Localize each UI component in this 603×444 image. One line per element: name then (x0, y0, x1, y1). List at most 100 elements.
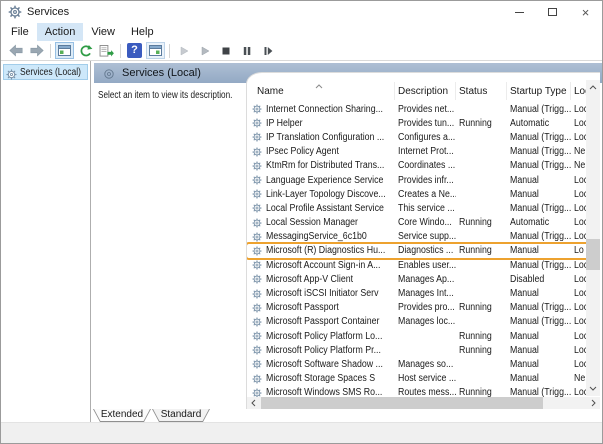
cell-name: Microsoft Storage Spaces S (247, 372, 395, 386)
service-row[interactable]: Microsoft Passport Provides pro... Runni… (247, 301, 589, 315)
properties-window-button[interactable] (146, 42, 165, 59)
column-header-log-on-as[interactable]: Log (571, 82, 586, 100)
cell-name: Microsoft (R) Diagnostics Hu... (247, 244, 395, 258)
service-table-body: Internet Connection Sharing... Provides … (247, 102, 589, 397)
vertical-scroll-thumb[interactable] (586, 239, 600, 270)
forward-arrow-icon (30, 44, 44, 57)
cell-description: This service ... (398, 202, 455, 214)
view-tabs: Extended Standard (93, 409, 211, 422)
cell-description: Diagnostics ... (398, 245, 454, 257)
scroll-right-icon[interactable] (587, 397, 600, 409)
tree-item-services-local[interactable]: Services (Local) (3, 64, 88, 80)
cell-startup-type: Manual (510, 174, 539, 186)
start-service-button[interactable] (174, 42, 193, 59)
cell-startup-type: Manual (510, 330, 539, 342)
close-icon: × (581, 4, 590, 20)
close-button[interactable]: × (569, 1, 602, 23)
cell-name: Microsoft Passport Container (247, 315, 395, 329)
stop-service-button[interactable] (216, 42, 235, 59)
restart-service-button[interactable] (258, 42, 277, 59)
cell-startup-type: Automatic (510, 117, 550, 129)
cell-startup-type: Manual (510, 188, 539, 200)
title-bar: Services × (1, 1, 602, 23)
service-row[interactable]: Microsoft Policy Platform Lo... Running … (247, 329, 589, 343)
cell-startup-type: Manual (510, 373, 539, 385)
service-row[interactable]: Microsoft App-V Client Manages Ap... Dis… (247, 272, 589, 286)
service-row[interactable]: Microsoft Windows SMS Ro... Routes mess.… (247, 386, 589, 397)
service-row[interactable]: Language Experience Service Provides inf… (247, 173, 589, 187)
service-row[interactable]: Local Session Manager Core Windo... Runn… (247, 216, 589, 230)
show-console-tree-button[interactable] (55, 42, 74, 59)
menu-action[interactable]: Action (36, 23, 84, 41)
service-gear-icon (252, 161, 262, 171)
service-gear-icon (252, 189, 262, 199)
forward-button[interactable] (27, 42, 46, 59)
tab-standard[interactable]: Standard (152, 409, 210, 422)
service-row[interactable]: MessagingService_6c1b0 Service supp... M… (247, 230, 589, 244)
cell-status (456, 187, 507, 201)
service-gear-icon (252, 331, 262, 341)
horizontal-scroll-thumb[interactable] (261, 397, 543, 409)
cell-status (456, 272, 507, 286)
column-header-startup-type[interactable]: Startup Type (507, 82, 571, 100)
service-gear-icon (252, 388, 262, 397)
column-header-status[interactable]: Status (456, 82, 507, 100)
cell-status (456, 357, 507, 371)
cell-status: Running (459, 344, 492, 356)
export-list-button[interactable] (97, 42, 116, 59)
cell-startup-type: Manual (510, 344, 539, 356)
service-row[interactable]: KtmRm for Distributed Trans... Coordinat… (247, 159, 589, 173)
cell-description: Enables user... (398, 259, 456, 271)
service-gear-icon (252, 246, 262, 256)
service-row[interactable]: Microsoft Policy Platform Pr... Running … (247, 343, 589, 357)
service-row[interactable]: Microsoft Passport Container Manages loc… (247, 315, 589, 329)
service-row-highlighted[interactable]: Microsoft (R) Diagnostics Hu... Diagnost… (247, 241, 589, 261)
service-row[interactable]: Microsoft Storage Spaces S Host service … (247, 372, 589, 386)
cell-name: IP Translation Configuration ... (247, 130, 395, 144)
play-icon (180, 46, 189, 55)
cell-status (456, 372, 507, 386)
help-button[interactable]: ? (125, 42, 144, 59)
cell-name: Link-Layer Topology Discove... (247, 187, 395, 201)
column-header-description[interactable]: Description (395, 82, 456, 100)
services-pane: Services (Local) Select an item to view … (91, 61, 602, 423)
console-tree-pane: Services (Local) (1, 61, 91, 423)
service-row[interactable]: Local Profile Assistant Service This ser… (247, 201, 589, 215)
service-row[interactable]: Microsoft Software Shadow ... Manages so… (247, 357, 589, 371)
cell-description: Routes mess... (398, 387, 456, 397)
horizontal-scroll-track[interactable] (260, 397, 587, 409)
service-row[interactable]: Microsoft Account Sign-in A... Enables u… (247, 258, 589, 272)
toolbar-separator (120, 43, 121, 58)
vertical-scroll-track[interactable] (586, 95, 600, 381)
minimize-button[interactable] (503, 1, 536, 23)
cell-startup-type: Manual (Trigg... (510, 202, 571, 214)
horizontal-scrollbar[interactable] (247, 397, 600, 409)
scroll-left-icon[interactable] (247, 397, 260, 409)
service-row[interactable]: Link-Layer Topology Discove... Creates a… (247, 187, 589, 201)
cell-description: Manages Ap... (398, 273, 455, 285)
menu-file[interactable]: File (3, 23, 37, 41)
cell-name: Local Profile Assistant Service (247, 201, 395, 215)
tab-extended[interactable]: Extended (93, 409, 151, 422)
service-row[interactable]: IP Translation Configuration ... Configu… (247, 130, 589, 144)
maximize-button[interactable] (536, 1, 569, 23)
service-row[interactable]: Microsoft iSCSI Initiator Serv Manages I… (247, 286, 589, 300)
cell-description: Creates a Ne... (398, 188, 456, 200)
column-header-name[interactable]: Name (247, 82, 395, 100)
service-gear-icon (252, 175, 262, 185)
menu-help[interactable]: Help (123, 23, 162, 41)
vertical-scrollbar[interactable] (586, 80, 600, 396)
back-button[interactable] (6, 42, 25, 59)
pause-service-button[interactable] (237, 42, 256, 59)
service-row[interactable]: IP Helper Provides tun... Running Automa… (247, 116, 589, 130)
service-gear-icon (252, 260, 262, 270)
service-row[interactable]: IPsec Policy Agent Internet Prot... Manu… (247, 145, 589, 159)
resume-service-button[interactable] (195, 42, 214, 59)
service-gear-icon (252, 345, 262, 355)
scroll-up-icon[interactable] (586, 80, 600, 95)
service-row[interactable]: Internet Connection Sharing... Provides … (247, 102, 589, 116)
refresh-button[interactable] (76, 42, 95, 59)
scroll-down-icon[interactable] (586, 381, 600, 396)
service-gear-icon (252, 132, 262, 143)
menu-view[interactable]: View (83, 23, 123, 41)
